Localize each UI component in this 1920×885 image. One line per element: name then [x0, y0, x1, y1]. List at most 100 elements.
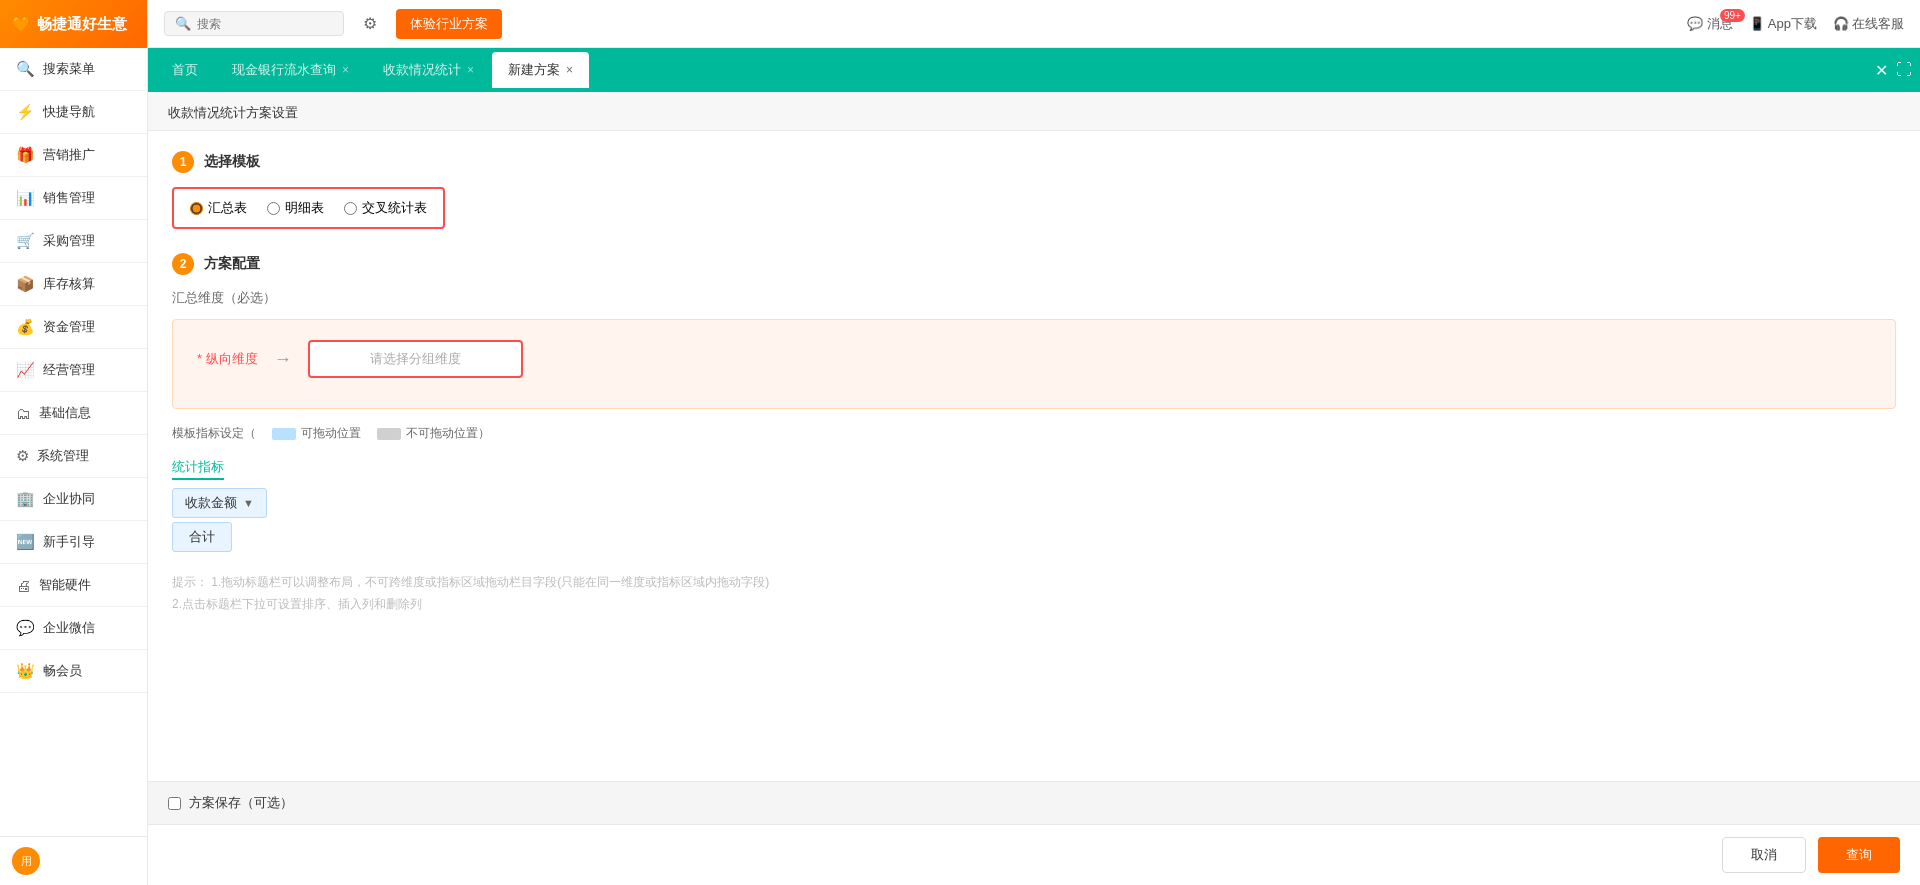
- sidebar-item-corp[interactable]: 🏢 企业协同: [0, 478, 147, 521]
- sidebar-label-guide: 新手引导: [43, 533, 95, 551]
- gear-icon: ⚙: [363, 14, 377, 33]
- dimension-row: 纵向维度 → 请选择分组维度: [197, 340, 1871, 378]
- legend-gray-dot: [377, 428, 401, 440]
- sidebar-item-operation[interactable]: 📈 经营管理: [0, 349, 147, 392]
- sidebar-icon-operation: 📈: [16, 361, 35, 379]
- step1-header: 1 选择模板: [172, 151, 1896, 173]
- metrics-legend: 模板指标设定（ 可拖动位置 不可拖动位置）: [172, 425, 1896, 442]
- dimension-section-label: 汇总维度（必选）: [172, 289, 1896, 307]
- search-input[interactable]: [197, 17, 317, 31]
- step2-header: 2 方案配置: [172, 253, 1896, 275]
- cancel-button[interactable]: 取消: [1722, 837, 1806, 873]
- sidebar-item-quick-nav[interactable]: ⚡ 快捷导航: [0, 91, 147, 134]
- sidebar-label-search-menu: 搜索菜单: [43, 60, 95, 78]
- close-window-icon[interactable]: ✕: [1875, 61, 1888, 80]
- sidebar-item-finance[interactable]: 💰 资金管理: [0, 306, 147, 349]
- step2-title: 方案配置: [204, 255, 260, 273]
- tabbar: 首页现金银行流水查询 ×收款情况统计 ×新建方案 × ✕ ⛶: [148, 48, 1920, 92]
- step2-num: 2: [172, 253, 194, 275]
- message-link[interactable]: 💬 消息 99+: [1687, 15, 1733, 33]
- sidebar-label-member: 畅会员: [43, 662, 82, 680]
- tab-label-3: 新建方案: [508, 61, 560, 79]
- step1-section: 1 选择模板 汇总表 明细表 交叉统计表: [172, 151, 1896, 229]
- headset-icon: 🎧: [1833, 16, 1849, 31]
- sidebar-icon-marketing: 🎁: [16, 146, 35, 164]
- template-select-box: 汇总表 明细表 交叉统计表: [172, 187, 445, 229]
- tab-close-3[interactable]: ×: [566, 63, 573, 77]
- sidebar-icon-finance: 💰: [16, 318, 35, 336]
- radio-summary[interactable]: 汇总表: [190, 199, 247, 217]
- sidebar-item-wechat[interactable]: 💬 企业微信: [0, 607, 147, 650]
- tab-2[interactable]: 收款情况统计 ×: [367, 52, 490, 88]
- query-button[interactable]: 查询: [1818, 837, 1900, 873]
- sidebar-icon-sales: 📊: [16, 189, 35, 207]
- arrow-icon: →: [274, 349, 292, 370]
- sidebar-item-guide[interactable]: 🆕 新手引导: [0, 521, 147, 564]
- content-area: 收款情况统计方案设置 1 选择模板 汇总表 明细表: [148, 92, 1920, 824]
- sidebar-label-inventory: 库存核算: [43, 275, 95, 293]
- radio-summary-input[interactable]: [190, 202, 203, 215]
- vertical-dim-label: 纵向维度: [197, 350, 258, 368]
- sidebar-icon-member: 👑: [16, 662, 35, 680]
- config-panel: 纵向维度 → 请选择分组维度: [172, 319, 1896, 409]
- config-section: 汇总维度（必选） 纵向维度 → 请选择分组维度 模板指标设定（: [172, 289, 1896, 615]
- save-checkbox[interactable]: [168, 797, 181, 810]
- save-label[interactable]: 方案保存（可选）: [189, 794, 293, 812]
- download-link[interactable]: 📱 App下载: [1749, 15, 1817, 33]
- metrics-tag[interactable]: 收款金额 ▼: [172, 488, 267, 518]
- tab-3[interactable]: 新建方案 ×: [492, 52, 589, 88]
- sidebar-item-member[interactable]: 👑 畅会员: [0, 650, 147, 693]
- legend-gray-label: 不可拖动位置）: [406, 425, 490, 442]
- tab-0[interactable]: 首页: [156, 52, 214, 88]
- sidebar-icon-corp: 🏢: [16, 490, 35, 508]
- sidebar-icon-basic: 🗂: [16, 405, 31, 422]
- logo-icon: 🧡: [12, 15, 31, 33]
- sidebar-item-system[interactable]: ⚙ 系统管理: [0, 435, 147, 478]
- legend-blue-dot: [272, 428, 296, 440]
- metrics-section-title: 模板指标设定（: [172, 425, 256, 442]
- sidebar-item-marketing[interactable]: 🎁 营销推广: [0, 134, 147, 177]
- industry-btn[interactable]: 体验行业方案: [396, 9, 502, 39]
- sidebar-label-system: 系统管理: [37, 447, 89, 465]
- gear-button[interactable]: ⚙: [356, 10, 384, 38]
- sidebar-icon-inventory: 📦: [16, 275, 35, 293]
- tab-label-1: 现金银行流水查询: [232, 61, 336, 79]
- tab-1[interactable]: 现金银行流水查询 ×: [216, 52, 365, 88]
- main-area: 🔍 ⚙ 体验行业方案 💬 消息 99+ 📱 App下载 🎧 在线客服 首页现金银…: [148, 0, 1920, 885]
- app-name: 畅捷通好生意: [37, 15, 127, 34]
- sidebar-item-search-menu[interactable]: 🔍 搜索菜单: [0, 48, 147, 91]
- radio-detail-input[interactable]: [267, 202, 280, 215]
- sidebar-item-hardware[interactable]: 🖨 智能硬件: [0, 564, 147, 607]
- maximize-icon[interactable]: ⛶: [1896, 61, 1912, 80]
- metrics-subtag: 合计: [172, 522, 232, 552]
- sidebar-label-finance: 资金管理: [43, 318, 95, 336]
- metrics-tag-label: 收款金额: [185, 494, 237, 512]
- tabbar-controls: ✕ ⛶: [1875, 61, 1912, 80]
- service-link[interactable]: 🎧 在线客服: [1833, 15, 1904, 33]
- radio-cross-input[interactable]: [344, 202, 357, 215]
- sidebar-icon-wechat: 💬: [16, 619, 35, 637]
- radio-cross[interactable]: 交叉统计表: [344, 199, 427, 217]
- sidebar-icon-hardware: 🖨: [16, 577, 31, 594]
- search-box[interactable]: 🔍: [164, 11, 344, 36]
- dim-select-btn[interactable]: 请选择分组维度: [308, 340, 523, 378]
- sidebar-item-purchase[interactable]: 🛒 采购管理: [0, 220, 147, 263]
- step1-num: 1: [172, 151, 194, 173]
- radio-summary-label: 汇总表: [208, 199, 247, 217]
- page-header: 收款情况统计方案设置: [148, 92, 1920, 131]
- radio-detail[interactable]: 明细表: [267, 199, 324, 217]
- sidebar-item-basic[interactable]: 🗂 基础信息: [0, 392, 147, 435]
- sidebar-icon-search-menu: 🔍: [16, 60, 35, 78]
- hint-line2: 2.点击标题栏下拉可设置排序、插入列和删除列: [172, 594, 1896, 616]
- topbar: 🔍 ⚙ 体验行业方案 💬 消息 99+ 📱 App下载 🎧 在线客服: [148, 0, 1920, 48]
- tab-close-2[interactable]: ×: [467, 63, 474, 77]
- hints: 提示： 1.拖动标题栏可以调整布局，不可跨维度或指标区域拖动栏目字段(只能在同一…: [172, 572, 1896, 615]
- radio-detail-label: 明细表: [285, 199, 324, 217]
- action-bar: 取消 查询: [148, 824, 1920, 885]
- tab-close-1[interactable]: ×: [342, 63, 349, 77]
- topbar-right: 💬 消息 99+ 📱 App下载 🎧 在线客服: [1687, 15, 1904, 33]
- sidebar-item-inventory[interactable]: 📦 库存核算: [0, 263, 147, 306]
- sidebar-item-sales[interactable]: 📊 销售管理: [0, 177, 147, 220]
- legend-gray: 不可拖动位置）: [377, 425, 490, 442]
- metrics-sub-label: 合计: [189, 528, 215, 546]
